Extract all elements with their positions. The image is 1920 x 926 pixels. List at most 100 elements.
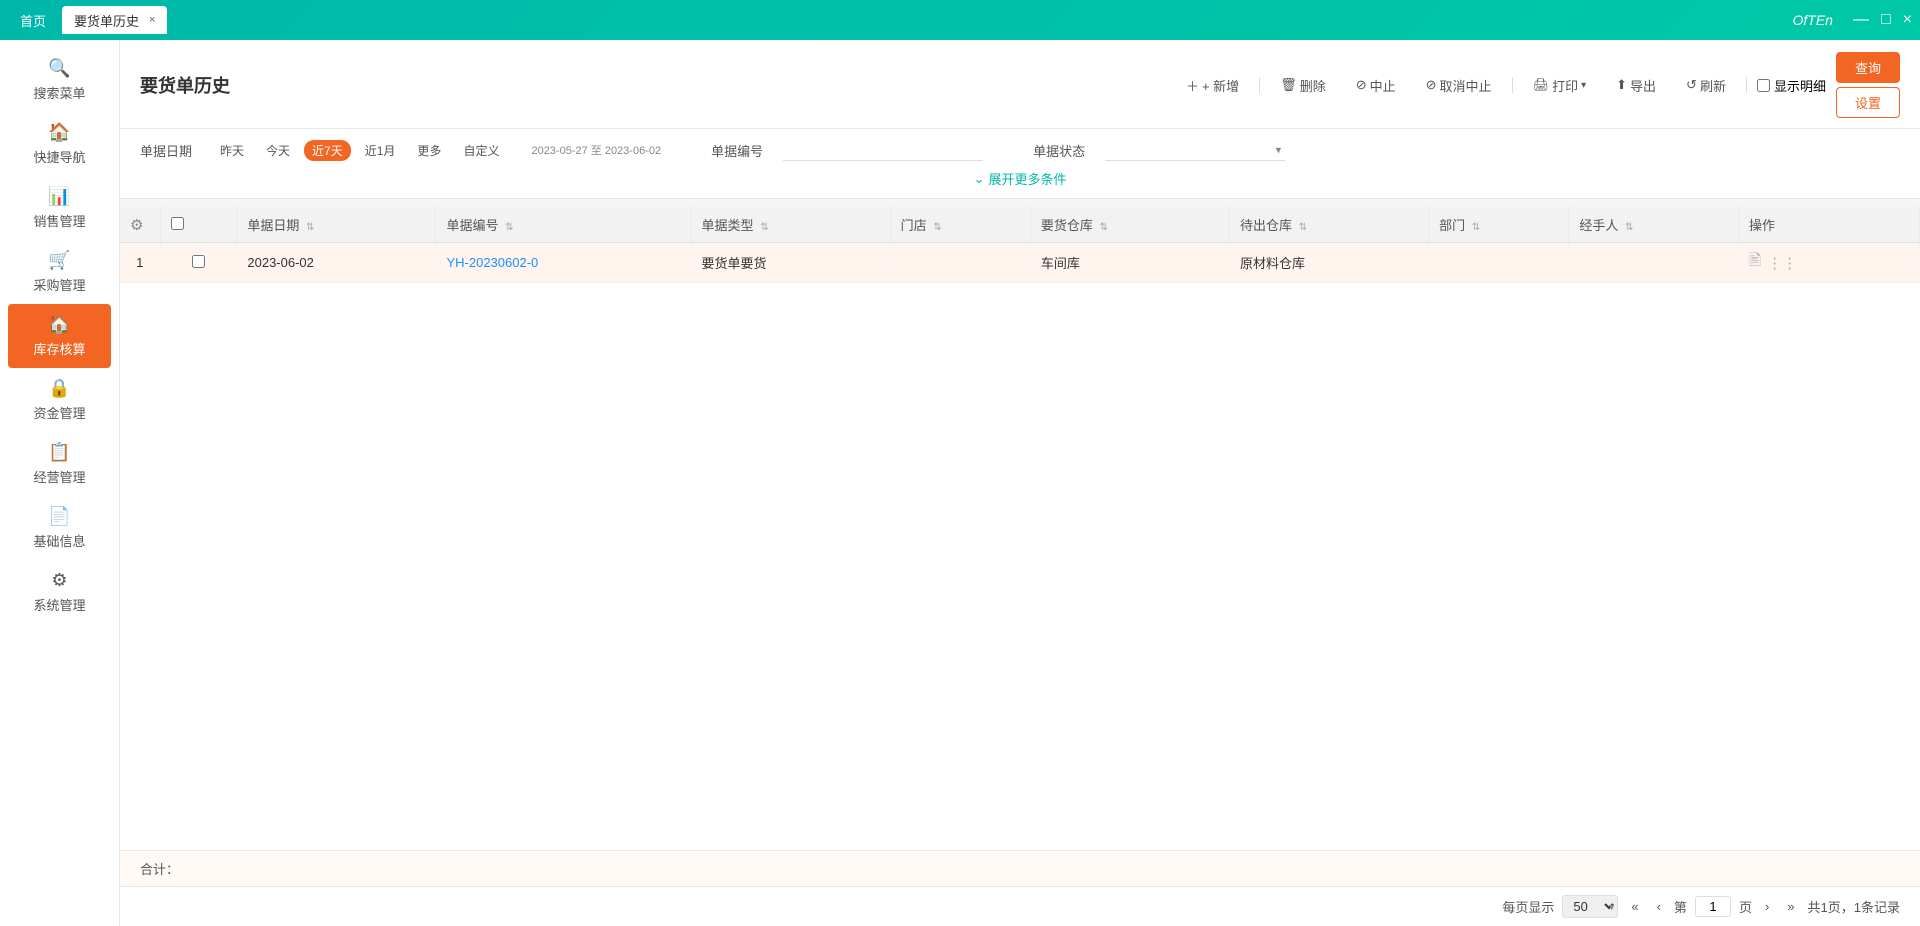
query-button[interactable]: 查询 xyxy=(1836,52,1900,83)
first-page-btn[interactable]: « xyxy=(1626,897,1643,916)
window-controls: OfTEn — □ × xyxy=(1793,11,1912,29)
sidebar-label-quicknav: 快捷导航 xyxy=(33,147,85,166)
data-table: ⚙ 单据日期 ⇅ 单据编号 ⇅ xyxy=(120,207,1920,283)
sidebar-item-inventory[interactable]: 🏠 库存核算 xyxy=(8,304,111,368)
row-checkbox-cell[interactable] xyxy=(160,243,237,283)
settings-button[interactable]: 设置 xyxy=(1836,87,1900,118)
expand-filter-button[interactable]: ⌄ 展开更多条件 xyxy=(974,169,1067,188)
new-button[interactable]: ＋ + 新增 xyxy=(1176,72,1249,99)
date-chip-more[interactable]: 更多 xyxy=(409,140,449,161)
pagination-bar: 每页显示 10 20 50 100 « ‹ 第 页 › » 共1页，1条记录 xyxy=(120,886,1920,926)
tab-requisition-history[interactable]: 要货单历史 × xyxy=(62,6,167,34)
show-detail-checkbox[interactable] xyxy=(1757,79,1770,92)
row-doc-date: 2023-06-02 xyxy=(237,243,436,283)
next-page-btn[interactable]: › xyxy=(1760,897,1774,916)
refresh-button[interactable]: ↺ 刷新 xyxy=(1676,72,1736,99)
filter-row-1: 单据日期 昨天 今天 近7天 近1月 更多 自定义 2023-05-27 至 2… xyxy=(140,139,1900,161)
sidebar-item-finance[interactable]: 🔒 资金管理 xyxy=(0,368,119,432)
divider-1 xyxy=(1259,77,1260,93)
search-icon: 🔍 xyxy=(48,58,70,79)
print-button[interactable]: 🖨 打印 ▾ xyxy=(1523,72,1597,99)
date-chip-today[interactable]: 今天 xyxy=(258,140,298,161)
table-container[interactable]: ⚙ 单据日期 ⇅ 单据编号 ⇅ xyxy=(120,207,1920,850)
cancel-stop-icon: ⊘ xyxy=(1426,77,1437,93)
date-chip-yesterday[interactable]: 昨天 xyxy=(212,140,252,161)
row-num-cell: 1 xyxy=(120,243,160,283)
sort-icon-handler: ⇅ xyxy=(1625,222,1633,233)
docstatus-select[interactable] xyxy=(1105,139,1285,161)
tab-close-icon[interactable]: × xyxy=(149,14,155,26)
stop-icon: ⊘ xyxy=(1356,77,1367,93)
sort-icon-docdate: ⇅ xyxy=(306,222,314,233)
last-page-btn[interactable]: » xyxy=(1782,897,1799,916)
basicinfo-icon: 📄 xyxy=(48,506,70,527)
docno-input[interactable] xyxy=(783,139,983,161)
view-action-icon[interactable]: 🖹 xyxy=(1749,250,1761,275)
sidebar-item-basic-info[interactable]: 📄 基础信息 xyxy=(0,496,119,560)
column-settings-icon[interactable]: ⚙ xyxy=(130,217,143,234)
export-button[interactable]: ⬆ 导出 xyxy=(1606,72,1666,99)
date-chip-custom[interactable]: 自定义 xyxy=(455,140,507,161)
show-detail-check[interactable]: 显示明细 xyxy=(1757,76,1826,95)
summary-label: 合计： xyxy=(140,862,179,877)
col-store[interactable]: 门店 ⇅ xyxy=(890,207,1030,243)
sidebar-item-ops[interactable]: 📋 经营管理 xyxy=(0,432,119,496)
sales-icon: 📊 xyxy=(48,186,70,207)
sidebar-item-system[interactable]: ⚙ 系统管理 xyxy=(0,560,119,624)
sidebar-item-purchase[interactable]: 🛒 采购管理 xyxy=(0,240,119,304)
col-department[interactable]: 部门 ⇅ xyxy=(1429,207,1569,243)
date-chip-month1[interactable]: 近1月 xyxy=(357,140,404,161)
table-body: 1 2023-06-02 YH-20230602-0 要货单要货 车间库 原材料… xyxy=(120,243,1920,283)
finance-icon: 🔒 xyxy=(48,378,70,399)
maximize-icon[interactable]: □ xyxy=(1881,11,1891,29)
sidebar-label-basicinfo: 基础信息 xyxy=(33,531,85,550)
print-dropdown-icon: ▾ xyxy=(1581,80,1586,91)
sort-icon-docno: ⇅ xyxy=(505,222,513,233)
delete-icon: 🗑 xyxy=(1280,77,1297,93)
page-size-select[interactable]: 10 20 50 100 xyxy=(1562,895,1618,918)
more-action-icon[interactable]: ⋮⋮ xyxy=(1767,254,1797,272)
sidebar-item-sales[interactable]: 📊 销售管理 xyxy=(0,176,119,240)
row-doc-type: 要货单要货 xyxy=(691,243,890,283)
sidebar-label-sales: 销售管理 xyxy=(33,211,85,230)
minimize-icon[interactable]: — xyxy=(1853,11,1869,29)
tab-home-label: 首页 xyxy=(20,11,46,30)
delete-button[interactable]: 🗑 删除 xyxy=(1270,72,1336,99)
content-area: 要货单历史 ＋ + 新增 🗑 删除 ⊘ 中止 ⊘ 取消中止 xyxy=(120,40,1920,926)
col-doc-no[interactable]: 单据编号 ⇅ xyxy=(436,207,691,243)
row-actions: 🖹 ⋮⋮ xyxy=(1739,243,1920,283)
col-actions: 操作 xyxy=(1739,207,1920,243)
col-pending-warehouse[interactable]: 待出仓库 ⇅ xyxy=(1229,207,1428,243)
sidebar-label-finance: 资金管理 xyxy=(33,403,85,422)
close-window-icon[interactable]: × xyxy=(1903,11,1912,29)
sort-icon-doctype: ⇅ xyxy=(760,222,768,233)
date-filter-label: 单据日期 xyxy=(140,141,192,160)
prev-page-btn[interactable]: ‹ xyxy=(1652,897,1666,916)
sidebar-item-search-menu[interactable]: 🔍 搜索菜单 xyxy=(0,48,119,112)
sort-icon-store: ⇅ xyxy=(933,222,941,233)
tab-home[interactable]: 首页 xyxy=(8,6,58,34)
row-doc-no[interactable]: YH-20230602-0 xyxy=(436,243,691,283)
table-header: ⚙ 单据日期 ⇅ 单据编号 ⇅ xyxy=(120,207,1920,243)
refresh-icon: ↺ xyxy=(1686,77,1697,93)
print-icon: 🖨 xyxy=(1533,77,1550,93)
col-handler[interactable]: 经手人 ⇅ xyxy=(1569,207,1739,243)
col-doc-type[interactable]: 单据类型 ⇅ xyxy=(691,207,890,243)
jump-label: 第 xyxy=(1674,897,1687,916)
page-header: 要货单历史 ＋ + 新增 🗑 删除 ⊘ 中止 ⊘ 取消中止 xyxy=(120,40,1920,129)
ops-icon: 📋 xyxy=(48,442,70,463)
system-icon: ⚙ xyxy=(51,570,67,591)
sidebar-item-quick-nav[interactable]: 🏠 快捷导航 xyxy=(0,112,119,176)
select-all-checkbox[interactable] xyxy=(171,217,184,230)
col-doc-date[interactable]: 单据日期 ⇅ xyxy=(237,207,436,243)
cancel-stop-button[interactable]: ⊘ 取消中止 xyxy=(1416,72,1502,99)
home-icon: 🏠 xyxy=(48,122,70,143)
col-req-warehouse[interactable]: 要货仓库 ⇅ xyxy=(1030,207,1229,243)
stop-button[interactable]: ⊘ 中止 xyxy=(1346,72,1406,99)
query-settings-group: 查询 设置 xyxy=(1836,52,1900,118)
doc-no-link[interactable]: YH-20230602-0 xyxy=(446,255,538,270)
row-checkbox[interactable] xyxy=(192,255,205,268)
page-input[interactable] xyxy=(1695,896,1731,917)
date-chip-week7[interactable]: 近7天 xyxy=(304,140,351,161)
new-icon: ＋ xyxy=(1186,76,1199,95)
